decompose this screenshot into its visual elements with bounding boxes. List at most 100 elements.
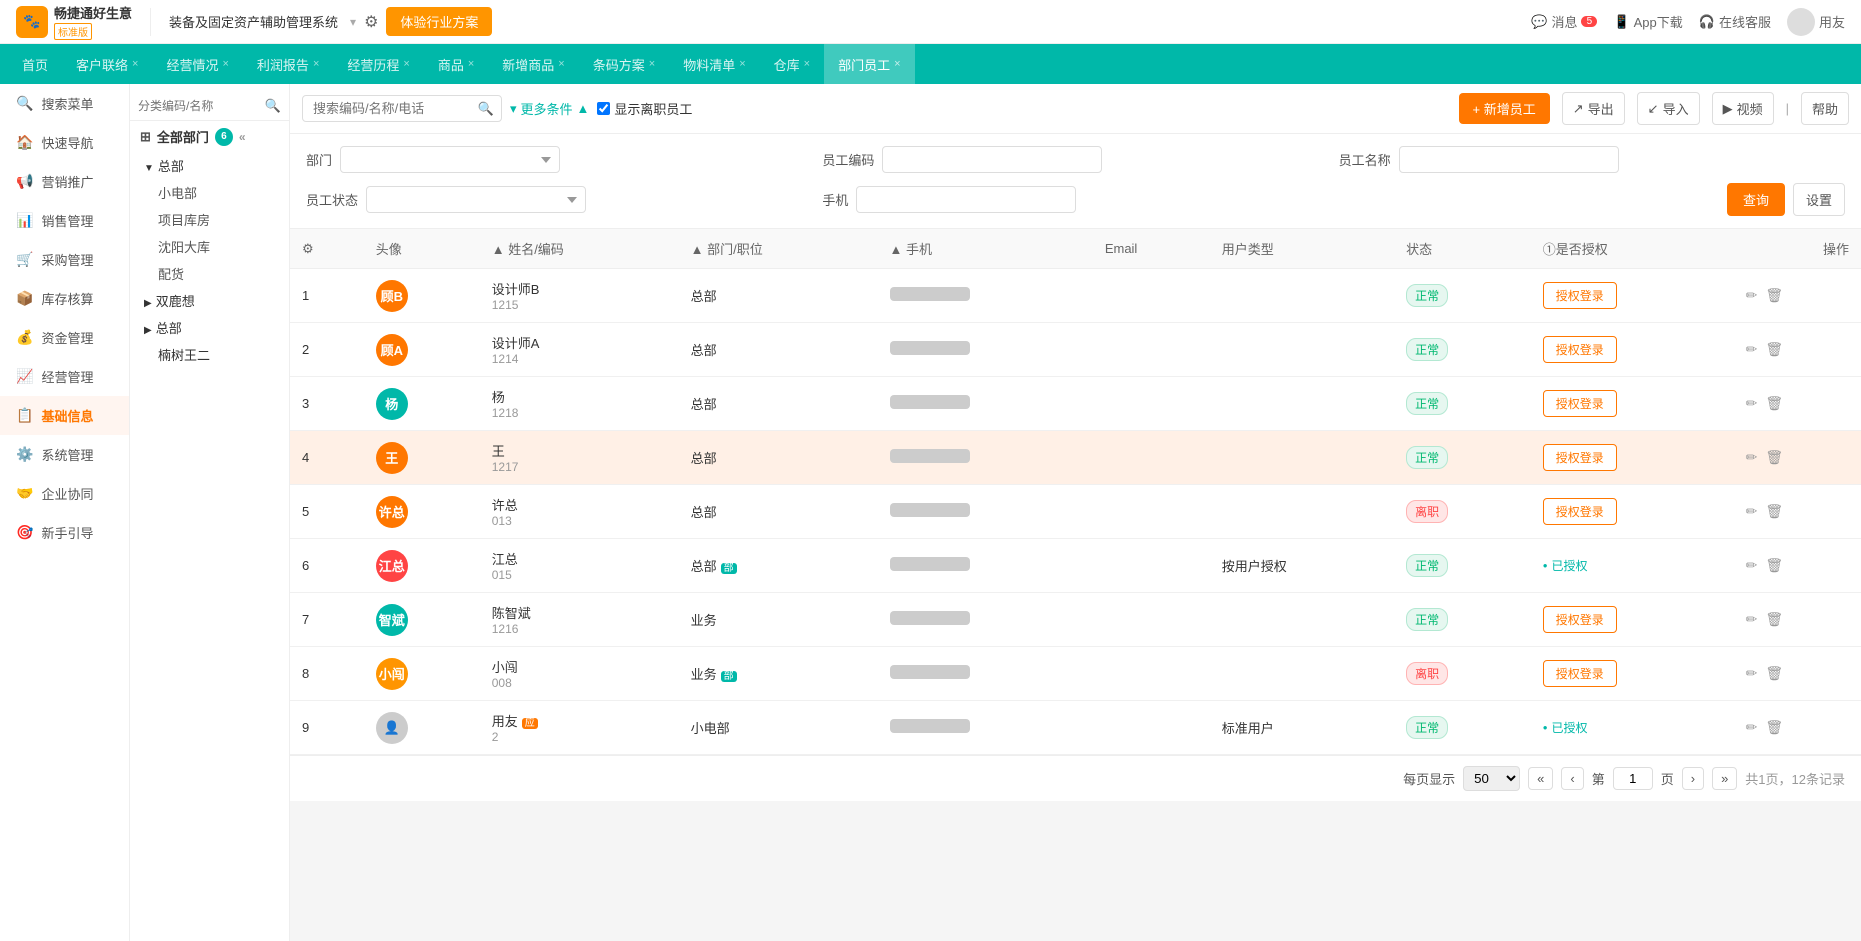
reset-button[interactable]: 设置 xyxy=(1793,183,1845,216)
delete-button[interactable]: 🗑 xyxy=(1765,665,1783,682)
dept-child-xiaodianbu[interactable]: 小电部 xyxy=(138,179,281,206)
query-button[interactable]: 查询 xyxy=(1727,183,1785,216)
emp-status-select[interactable] xyxy=(366,186,586,213)
app-download-item[interactable]: 📱 App下载 xyxy=(1613,12,1682,31)
edit-button[interactable]: ✏ xyxy=(1746,341,1758,358)
dept-group-zongbu[interactable]: ▼总部 xyxy=(138,152,281,179)
experience-button[interactable]: 体验行业方案 xyxy=(386,7,492,36)
online-service-item[interactable]: 🎧 在线客服 xyxy=(1699,12,1771,31)
page-number-input[interactable] xyxy=(1613,767,1653,790)
show-resigned-checkbox[interactable] xyxy=(597,102,610,115)
close-tab-icon[interactable]: × xyxy=(649,58,655,70)
edit-button[interactable]: ✏ xyxy=(1746,665,1758,682)
close-tab-icon[interactable]: × xyxy=(222,58,228,70)
sidebar-item-营销推广[interactable]: 📢营销推广 xyxy=(0,162,129,201)
sidebar-item-快速导航[interactable]: 🏠快速导航 xyxy=(0,123,129,162)
col-settings[interactable]: ⚙ xyxy=(290,229,364,269)
edit-button[interactable]: ✏ xyxy=(1746,395,1758,412)
settings-icon[interactable]: ⚙ xyxy=(364,12,378,32)
emp-code-input[interactable] xyxy=(882,146,1102,173)
export-button[interactable]: ↗ 导出 xyxy=(1562,92,1625,125)
dept-all-header[interactable]: ⊞ 全部部门 6 « xyxy=(130,121,289,152)
dropdown-arrow-icon[interactable]: ▾ xyxy=(350,15,356,29)
close-tab-icon[interactable]: × xyxy=(132,58,138,70)
sidebar-item-采购管理[interactable]: 🛒采购管理 xyxy=(0,240,129,279)
more-filters-btn[interactable]: ▾ 更多条件 ▲ xyxy=(510,99,589,118)
col-dept[interactable]: ▲ 部门/职位 xyxy=(679,229,878,269)
close-tab-icon[interactable]: × xyxy=(894,58,900,70)
close-tab-icon[interactable]: × xyxy=(313,58,319,70)
dept-child-shenyangdaku[interactable]: 沈阳大库 xyxy=(138,233,281,260)
auth-login-button[interactable]: 授权登录 xyxy=(1543,606,1617,633)
auth-login-button[interactable]: 授权登录 xyxy=(1543,498,1617,525)
nav-tab-经营情况[interactable]: 经营情况× xyxy=(152,44,242,84)
import-button[interactable]: ↙ 导入 xyxy=(1637,92,1700,125)
nav-tab-经营历程[interactable]: 经营历程× xyxy=(333,44,423,84)
edit-button[interactable]: ✏ xyxy=(1746,611,1758,628)
nav-tab-客户联络[interactable]: 客户联络× xyxy=(62,44,152,84)
next-page-btn[interactable]: › xyxy=(1682,767,1704,790)
dept-select[interactable] xyxy=(340,146,560,173)
auth-login-button[interactable]: 授权登录 xyxy=(1543,660,1617,687)
edit-button[interactable]: ✏ xyxy=(1746,449,1758,466)
employee-search-icon[interactable]: 🔍 xyxy=(478,101,494,117)
delete-button[interactable]: 🗑 xyxy=(1765,449,1783,466)
dept-child-peihuo[interactable]: 配货 xyxy=(138,260,281,287)
delete-button[interactable]: 🗑 xyxy=(1765,287,1783,304)
message-nav-item[interactable]: 💬 消息 5 xyxy=(1531,12,1597,31)
sidebar-item-企业协同[interactable]: 🤝企业协同 xyxy=(0,474,129,513)
last-page-btn[interactable]: » xyxy=(1712,767,1737,790)
sidebar-item-资金管理[interactable]: 💰资金管理 xyxy=(0,318,129,357)
sidebar-item-销售管理[interactable]: 📊销售管理 xyxy=(0,201,129,240)
delete-button[interactable]: 🗑 xyxy=(1765,611,1783,628)
edit-button[interactable]: ✏ xyxy=(1746,557,1758,574)
edit-button[interactable]: ✏ xyxy=(1746,287,1758,304)
nav-tab-利润报告[interactable]: 利润报告× xyxy=(243,44,333,84)
col-name[interactable]: ▲ 姓名/编码 xyxy=(480,229,679,269)
dept-group-nanshuwang[interactable]: 楠树王二 xyxy=(138,341,281,368)
dept-group-zongbu2[interactable]: ▶总部 xyxy=(138,314,281,341)
nav-tab-部门员工[interactable]: 部门员工× xyxy=(824,44,914,84)
col-auth[interactable]: ①是否授权 xyxy=(1531,229,1734,269)
per-page-select[interactable]: 50 20 100 xyxy=(1463,766,1520,791)
close-tab-icon[interactable]: × xyxy=(804,58,810,70)
nav-tab-新增商品[interactable]: 新增商品× xyxy=(488,44,578,84)
dept-search-input[interactable] xyxy=(138,99,265,113)
prev-page-btn[interactable]: ‹ xyxy=(1561,767,1583,790)
close-tab-icon[interactable]: × xyxy=(468,58,474,70)
phone-input[interactable] xyxy=(856,186,1076,213)
nav-tab-首页[interactable]: 首页 xyxy=(8,44,62,84)
nav-tab-商品[interactable]: 商品× xyxy=(424,44,488,84)
edit-button[interactable]: ✏ xyxy=(1746,503,1758,520)
sidebar-item-搜索菜单[interactable]: 🔍搜索菜单 xyxy=(0,84,129,123)
delete-button[interactable]: 🗑 xyxy=(1765,341,1783,358)
sidebar-item-基础信息[interactable]: 📋基础信息 xyxy=(0,396,129,435)
delete-button[interactable]: 🗑 xyxy=(1765,395,1783,412)
employee-search-input[interactable] xyxy=(302,95,502,122)
auth-login-button[interactable]: 授权登录 xyxy=(1543,390,1617,417)
sidebar-item-经营管理[interactable]: 📈经营管理 xyxy=(0,357,129,396)
emp-name-input[interactable] xyxy=(1399,146,1619,173)
auth-login-button[interactable]: 授权登录 xyxy=(1543,336,1617,363)
close-tab-icon[interactable]: × xyxy=(558,58,564,70)
sidebar-item-系统管理[interactable]: ⚙️系统管理 xyxy=(0,435,129,474)
auth-login-button[interactable]: 授权登录 xyxy=(1543,444,1617,471)
delete-button[interactable]: 🗑 xyxy=(1765,719,1783,736)
dept-group-shuanglu[interactable]: ▶双鹿想 xyxy=(138,287,281,314)
dept-collapse-icon[interactable]: « xyxy=(239,130,246,144)
delete-button[interactable]: 🗑 xyxy=(1765,557,1783,574)
edit-button[interactable]: ✏ xyxy=(1746,719,1758,736)
user-item[interactable]: 用友 xyxy=(1787,8,1845,36)
delete-button[interactable]: 🗑 xyxy=(1765,503,1783,520)
help-button[interactable]: 帮助 xyxy=(1801,92,1849,125)
auth-login-button[interactable]: 授权登录 xyxy=(1543,282,1617,309)
sidebar-item-新手引导[interactable]: 🎯新手引导 xyxy=(0,513,129,552)
video-button[interactable]: ▶ 视频 xyxy=(1712,92,1774,125)
add-employee-button[interactable]: + 新增员工 xyxy=(1459,93,1550,124)
nav-tab-物料清单[interactable]: 物料清单× xyxy=(669,44,759,84)
col-phone[interactable]: ▲ 手机 xyxy=(878,229,1093,269)
sidebar-item-库存核算[interactable]: 📦库存核算 xyxy=(0,279,129,318)
nav-tab-仓库[interactable]: 仓库× xyxy=(760,44,824,84)
close-tab-icon[interactable]: × xyxy=(403,58,409,70)
first-page-btn[interactable]: « xyxy=(1528,767,1553,790)
